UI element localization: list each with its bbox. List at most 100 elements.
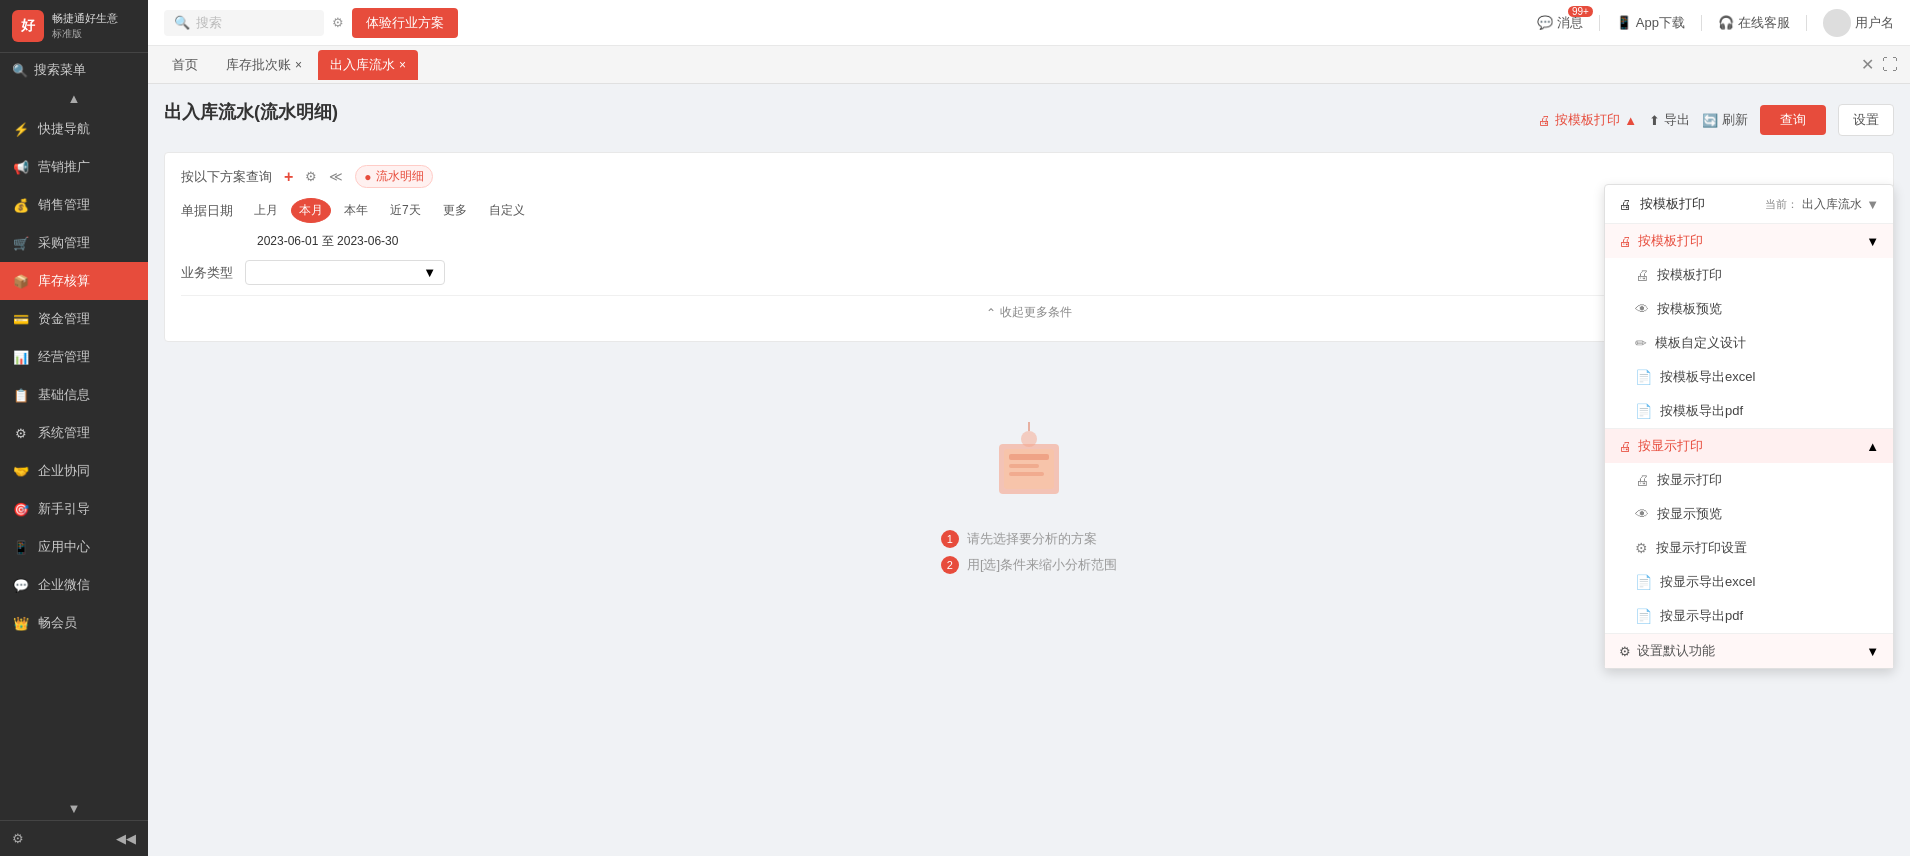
tab-expand-icon[interactable]: ⛶ (1882, 56, 1898, 74)
message-badge[interactable]: 💬 消息 99+ (1537, 14, 1583, 32)
collapse-up-icon: ⌃ (986, 306, 996, 320)
item-preview-icon-1: 👁 (1635, 301, 1649, 317)
page-title: 出入库流水(流水明细) (164, 100, 338, 124)
sidebar-item-finance[interactable]: 💳 资金管理 (0, 300, 148, 338)
refresh-btn[interactable]: 🔄 刷新 (1702, 111, 1748, 129)
dropdown-item-display-export-pdf[interactable]: 📄 按显示导出pdf (1605, 599, 1893, 633)
sidebar-settings-icon[interactable]: ⚙ (12, 831, 24, 846)
sidebar-item-purchase[interactable]: 🛒 采购管理 (0, 224, 148, 262)
topbar-divider-1 (1599, 15, 1600, 31)
dropdown-item-display-print-settings[interactable]: ⚙ 按显示打印设置 (1605, 531, 1893, 565)
item-preview-icon-2: 👁 (1635, 506, 1649, 522)
tab-batch-account-close[interactable]: × (295, 58, 302, 72)
sidebar-item-enterprise-wechat[interactable]: 💬 企业微信 (0, 566, 148, 604)
sidebar-scroll-down[interactable]: ▼ (0, 797, 148, 820)
export-btn[interactable]: ⬆ 导出 (1649, 111, 1690, 129)
item-design-icon: ✏ (1635, 335, 1647, 351)
tab-close-all-icon[interactable]: ✕ (1861, 55, 1874, 74)
empty-step-1: 1 请先选择要分析的方案 (941, 530, 1117, 548)
svg-rect-4 (1009, 472, 1044, 476)
filter-collapse-icon[interactable]: ≪ (329, 169, 343, 184)
operations-icon: 📊 (12, 348, 30, 366)
tab-inout-flow[interactable]: 出入库流水 × (318, 50, 418, 80)
default-settings-icon: ⚙ (1619, 644, 1631, 659)
print-header-icon: 🖨 (1619, 197, 1632, 212)
sidebar-item-basic[interactable]: 📋 基础信息 (0, 376, 148, 414)
marketing-icon: 📢 (12, 158, 30, 176)
dropdown-item-template-print[interactable]: 🖨 按模板打印 (1605, 258, 1893, 292)
date-btn-last-month[interactable]: 上月 (245, 198, 287, 223)
settings-button[interactable]: 设置 (1838, 104, 1894, 136)
set-default-section[interactable]: ⚙ 设置默认功能 ▼ (1605, 634, 1893, 668)
date-btn-custom[interactable]: 自定义 (480, 198, 534, 223)
sidebar-item-vip[interactable]: 👑 畅会员 (0, 604, 148, 642)
sidebar-scroll-up[interactable]: ▲ (0, 87, 148, 110)
dropdown-item-template-export-pdf[interactable]: 📄 按模板导出pdf (1605, 394, 1893, 428)
user-avatar-btn[interactable]: 用户名 (1823, 9, 1894, 37)
sidebar-item-marketing[interactable]: 📢 营销推广 (0, 148, 148, 186)
dropdown-item-template-design[interactable]: ✏ 模板自定义设计 (1605, 326, 1893, 360)
purchase-icon: 🛒 (12, 234, 30, 252)
headset-icon: 🎧 (1718, 15, 1734, 30)
dropdown-item-display-preview[interactable]: 👁 按显示预览 (1605, 497, 1893, 531)
sidebar-item-enterprise[interactable]: 🤝 企业协同 (0, 452, 148, 490)
date-btn-this-month[interactable]: 本月 (291, 198, 331, 223)
app-download-btn[interactable]: 📱 App下载 (1616, 14, 1685, 32)
topbar-right: 💬 消息 99+ 📱 App下载 🎧 在线客服 用户名 (1537, 9, 1894, 37)
sidebar-item-app-center[interactable]: 📱 应用中心 (0, 528, 148, 566)
sidebar-item-newbie[interactable]: 🎯 新手引导 (0, 490, 148, 528)
template-print-icon: 🖨 (1619, 234, 1632, 249)
current-arrow-icon[interactable]: ▼ (1866, 197, 1879, 212)
empty-step-2: 2 用[选]条件来缩小分析范围 (941, 556, 1117, 574)
filter-settings-icon[interactable]: ⚙ (305, 169, 317, 184)
empty-steps: 1 请先选择要分析的方案 2 用[选]条件来缩小分析范围 (941, 530, 1117, 582)
topbar-search[interactable]: 🔍 搜索 (164, 10, 324, 36)
add-filter-btn[interactable]: + (284, 168, 293, 186)
tab-batch-account[interactable]: 库存批次账 × (214, 50, 314, 80)
sidebar-item-system[interactable]: ⚙ 系统管理 (0, 414, 148, 452)
business-type-select-arrow: ▼ (423, 265, 436, 280)
dropdown-item-display-export-excel[interactable]: 📄 按显示导出excel (1605, 565, 1893, 599)
svg-point-5 (1021, 431, 1037, 447)
date-btn-this-year[interactable]: 本年 (335, 198, 377, 223)
date-btn-7days[interactable]: 近7天 (381, 198, 430, 223)
online-service-btn[interactable]: 🎧 在线客服 (1718, 14, 1790, 32)
newbie-icon: 🎯 (12, 500, 30, 518)
topbar-divider-2 (1701, 15, 1702, 31)
query-button[interactable]: 查询 (1760, 105, 1826, 135)
basic-icon: 📋 (12, 386, 30, 404)
filter-tag[interactable]: ● 流水明细 (355, 165, 432, 188)
industry-btn[interactable]: 体验行业方案 (352, 8, 458, 38)
print-icon: 🖨 (1538, 113, 1551, 128)
date-btn-more[interactable]: 更多 (434, 198, 476, 223)
dropdown-item-display-print[interactable]: 🖨 按显示打印 (1605, 463, 1893, 497)
display-print-icon: 🖨 (1619, 439, 1632, 454)
print-template-btn[interactable]: 🖨 按模板打印 ▲ (1538, 111, 1637, 129)
tab-home[interactable]: 首页 (160, 50, 210, 80)
display-section-header[interactable]: 🖨 按显示打印 ▲ (1605, 429, 1893, 463)
template-section-header[interactable]: 🖨 按模板打印 ▼ (1605, 224, 1893, 258)
topbar-gear-icon[interactable]: ⚙ (332, 15, 344, 30)
set-default-arrow[interactable]: ▼ (1866, 644, 1879, 659)
business-type-select[interactable]: ▼ (245, 260, 445, 285)
item-settings-icon: ⚙ (1635, 540, 1648, 556)
date-range-display: 2023-06-01 至 2023-06-30 (257, 233, 398, 250)
sidebar-collapse-icon[interactable]: ◀◀ (116, 831, 136, 846)
sidebar-item-sales[interactable]: 💰 销售管理 (0, 186, 148, 224)
topbar-search-icon: 🔍 (174, 15, 190, 30)
sidebar-item-operations[interactable]: 📊 经营管理 (0, 338, 148, 376)
finance-icon: 💳 (12, 310, 30, 328)
dropdown-item-template-preview[interactable]: 👁 按模板预览 (1605, 292, 1893, 326)
topbar-divider-3 (1806, 15, 1807, 31)
dropdown-item-template-export-excel[interactable]: 📄 按模板导出excel (1605, 360, 1893, 394)
template-section-arrow[interactable]: ▼ (1866, 234, 1879, 249)
chevron-up-icon: ▲ (1624, 113, 1637, 128)
sidebar-item-quick-nav[interactable]: ⚡ 快捷导航 (0, 110, 148, 148)
date-label: 单据日期 (181, 202, 233, 220)
tab-inout-flow-close[interactable]: × (399, 58, 406, 72)
current-name: 出入库流水 (1802, 196, 1862, 213)
sidebar-item-inventory[interactable]: 📦 库存核算 (0, 262, 148, 300)
display-section-arrow[interactable]: ▲ (1866, 439, 1879, 454)
sidebar-search[interactable]: 🔍 搜索菜单 (0, 53, 148, 87)
sidebar-nav: ⚡ 快捷导航 📢 营销推广 💰 销售管理 🛒 采购管理 📦 库存核算 💳 资金管… (0, 110, 148, 797)
